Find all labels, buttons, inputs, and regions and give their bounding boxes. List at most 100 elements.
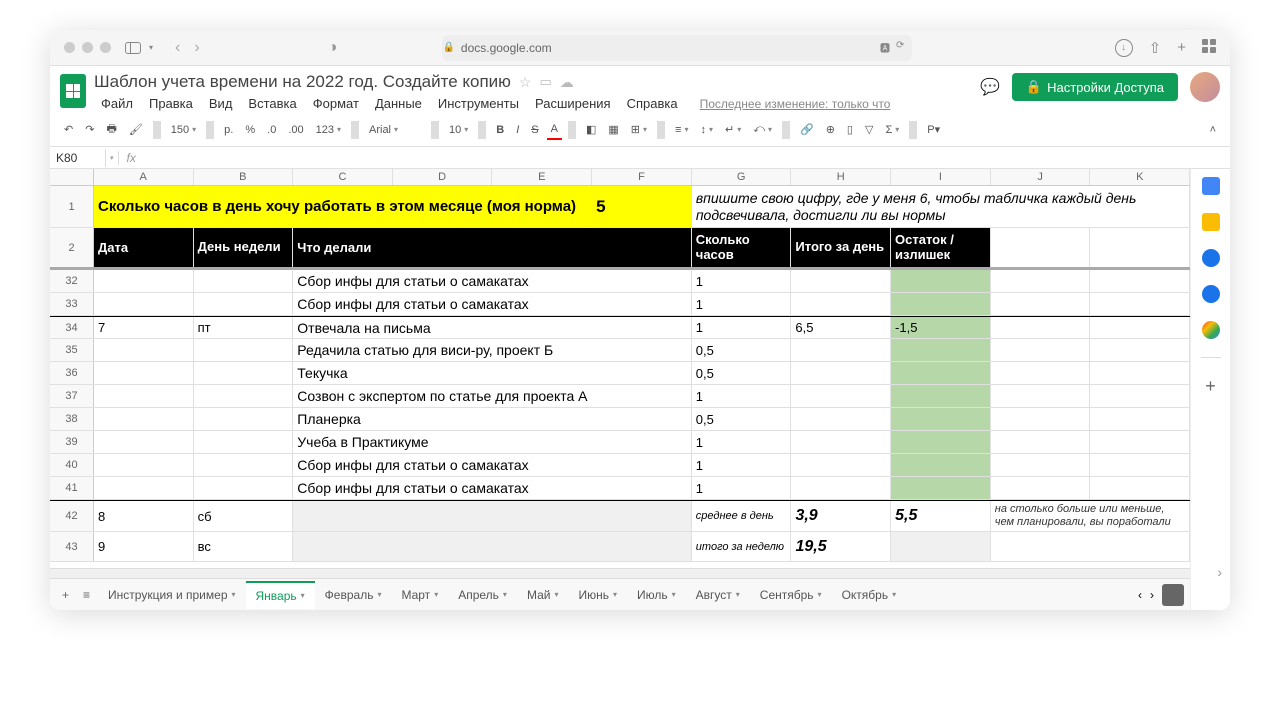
redo-button[interactable]: ↷ xyxy=(81,120,98,139)
cell[interactable] xyxy=(991,532,1190,561)
keep-icon[interactable] xyxy=(1202,213,1220,231)
tab-scroll-right[interactable]: › xyxy=(1150,588,1154,602)
cell[interactable]: 1 xyxy=(692,293,792,315)
cell[interactable] xyxy=(194,477,294,499)
row-header[interactable]: 35 xyxy=(50,339,94,361)
share-icon[interactable]: ⇧ xyxy=(1149,39,1162,57)
col-header[interactable]: G xyxy=(692,169,792,185)
tab-group-chevron-icon[interactable]: ▾ xyxy=(149,43,153,52)
cell[interactable] xyxy=(891,454,991,476)
row-header[interactable]: 37 xyxy=(50,385,94,407)
cell[interactable] xyxy=(991,477,1091,499)
sheets-logo-icon[interactable] xyxy=(60,74,86,108)
downloads-icon[interactable]: ↓ xyxy=(1115,39,1133,57)
name-box-chevron-icon[interactable]: ▾ xyxy=(106,154,118,162)
cell[interactable] xyxy=(194,293,294,315)
cell[interactable]: Учеба в Практикуме xyxy=(293,431,691,453)
rotate-button[interactable]: ⤺▾ xyxy=(749,120,776,139)
cell[interactable] xyxy=(891,431,991,453)
cell[interactable] xyxy=(194,362,294,384)
last-edit-link[interactable]: Последнее изменение: только что xyxy=(693,95,898,113)
number-format-select[interactable]: 123▾ xyxy=(312,121,345,139)
cell[interactable] xyxy=(94,477,194,499)
maps-icon[interactable] xyxy=(1202,321,1220,339)
menu-format[interactable]: Формат xyxy=(306,94,366,113)
close-window-button[interactable] xyxy=(64,42,75,53)
cell[interactable]: Планерка xyxy=(293,408,691,430)
cell[interactable] xyxy=(1090,293,1190,315)
font-select[interactable]: Arial▾ xyxy=(365,121,425,139)
sheet-tab[interactable]: Март▾ xyxy=(391,581,448,609)
cell[interactable]: 9 xyxy=(94,532,194,561)
share-button[interactable]: 🔒 Настройки Доступа xyxy=(1012,73,1178,101)
cell[interactable] xyxy=(791,431,891,453)
sheet-tab[interactable]: Январь▾ xyxy=(246,581,315,609)
row-header[interactable]: 2 xyxy=(50,228,94,267)
menu-data[interactable]: Данные xyxy=(368,94,429,113)
merge-button[interactable]: ⊞▾ xyxy=(627,120,651,139)
cell[interactable]: 1 xyxy=(692,431,792,453)
sheet-tab[interactable]: Инструкция и пример▾ xyxy=(98,581,245,609)
cell[interactable]: Остаток / излишек xyxy=(891,228,991,267)
cell[interactable] xyxy=(194,431,294,453)
row-header[interactable]: 1 xyxy=(50,186,94,227)
cell[interactable]: пт xyxy=(194,317,294,338)
cell[interactable] xyxy=(194,385,294,407)
filter-button[interactable]: ▽ xyxy=(861,120,877,139)
cell[interactable] xyxy=(1090,408,1190,430)
cell[interactable] xyxy=(94,270,194,292)
col-header[interactable]: F xyxy=(592,169,692,185)
horizontal-scrollbar[interactable] xyxy=(50,568,1190,578)
cell[interactable] xyxy=(791,385,891,407)
cell[interactable] xyxy=(891,408,991,430)
cell[interactable] xyxy=(891,477,991,499)
cell[interactable] xyxy=(94,362,194,384)
hide-sidepanel-button[interactable]: › xyxy=(1217,564,1222,580)
move-folder-icon[interactable]: ▭ xyxy=(539,74,551,90)
cell[interactable] xyxy=(791,362,891,384)
new-tab-icon[interactable]: + xyxy=(1177,39,1186,57)
sheet-tab[interactable]: Август▾ xyxy=(686,581,750,609)
cell[interactable] xyxy=(1090,362,1190,384)
add-sheet-button[interactable]: + xyxy=(56,584,75,606)
cell[interactable] xyxy=(991,228,1091,267)
calendar-icon[interactable] xyxy=(1202,177,1220,195)
cell[interactable] xyxy=(791,293,891,315)
cell[interactable] xyxy=(991,454,1091,476)
document-title[interactable]: Шаблон учета времени на 2022 год. Создай… xyxy=(94,72,511,92)
text-color-button[interactable]: A xyxy=(547,120,562,140)
bold-button[interactable]: B xyxy=(492,121,508,139)
col-header[interactable]: J xyxy=(991,169,1091,185)
grid-body[interactable]: 1 Сколько часов в день хочу работать в э… xyxy=(50,186,1190,568)
row-header[interactable]: 43 xyxy=(50,532,94,561)
row-header[interactable]: 40 xyxy=(50,454,94,476)
cell[interactable] xyxy=(1090,385,1190,407)
halign-button[interactable]: ≡▾ xyxy=(671,121,692,139)
cell[interactable] xyxy=(791,477,891,499)
cell[interactable]: Редачила статью для виси-ру, проект Б xyxy=(293,339,691,361)
increase-decimal-button[interactable]: .00 xyxy=(284,121,307,139)
cell[interactable] xyxy=(1090,270,1190,292)
cell[interactable]: 7 xyxy=(94,317,194,338)
cell[interactable] xyxy=(1090,317,1190,338)
cell[interactable] xyxy=(94,339,194,361)
menu-tools[interactable]: Инструменты xyxy=(431,94,526,113)
cell[interactable]: Дата xyxy=(94,228,194,267)
cell[interactable] xyxy=(293,501,691,531)
functions-button[interactable]: Σ▾ xyxy=(881,121,903,139)
cell[interactable] xyxy=(1090,454,1190,476)
decrease-decimal-button[interactable]: .0 xyxy=(263,121,280,139)
borders-button[interactable]: ▦ xyxy=(604,120,622,139)
cell[interactable] xyxy=(891,532,991,561)
name-box[interactable]: K80 xyxy=(50,149,106,167)
cell[interactable]: итого за неделю xyxy=(692,532,792,561)
cell[interactable] xyxy=(791,339,891,361)
cell[interactable]: Сколько часов в день хочу работать в это… xyxy=(94,186,592,227)
valign-button[interactable]: ↕▾ xyxy=(696,121,717,139)
cell[interactable]: -1,5 xyxy=(891,317,991,338)
cell[interactable]: 5,5 xyxy=(891,501,991,531)
menu-help[interactable]: Справка xyxy=(620,94,685,113)
cell[interactable] xyxy=(94,431,194,453)
menu-insert[interactable]: Вставка xyxy=(241,94,303,113)
cell[interactable] xyxy=(1090,339,1190,361)
